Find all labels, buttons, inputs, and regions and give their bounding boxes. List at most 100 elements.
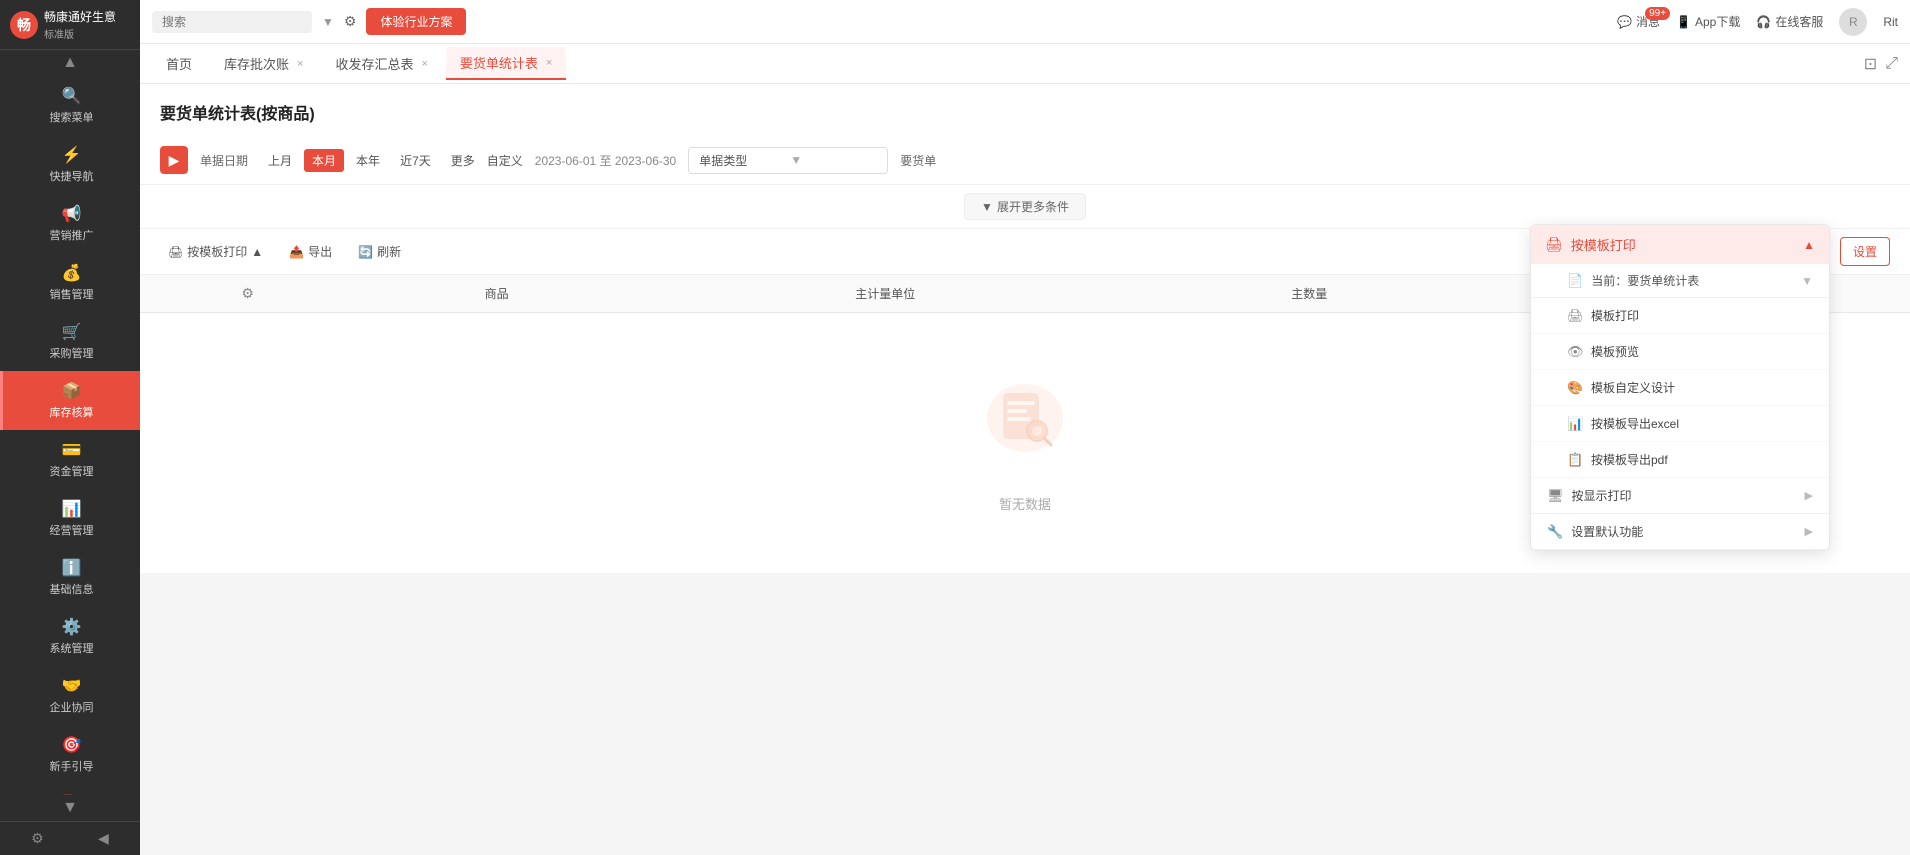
- dropdown-item-template-pdf[interactable]: 📋 按模板导出pdf: [1531, 442, 1829, 478]
- finance-icon: 💳: [62, 440, 82, 460]
- sidebar-scroll-down[interactable]: ▼: [0, 795, 140, 821]
- date-btn-last-7-days[interactable]: 近7天: [392, 149, 439, 172]
- sidebar-settings-button[interactable]: ⚙: [31, 830, 44, 847]
- export-button[interactable]: 📤 导出: [281, 239, 340, 264]
- dropdown-header-arrow-icon[interactable]: ▲: [1803, 238, 1815, 252]
- page-content: 要货单统计表(按商品) ▶ 单据日期 上月 本月 本年 近7天 更多 自定义 2…: [140, 84, 1910, 855]
- user-avatar[interactable]: R: [1839, 8, 1867, 36]
- sidebar-item-sales[interactable]: 💰 销售管理: [0, 253, 140, 312]
- set-default-label: 设置默认功能: [1571, 523, 1796, 540]
- date-btn-current-year[interactable]: 本年: [348, 149, 388, 172]
- app-logo-icon: 畅: [10, 11, 38, 39]
- print-icon: 🖨: [168, 245, 183, 259]
- notification-item[interactable]: 💬 消息 99+: [1617, 13, 1660, 30]
- purchase-icon: 🛒: [62, 322, 82, 342]
- date-btn-more[interactable]: 更多: [443, 149, 483, 172]
- sidebar-collapse-button[interactable]: ◀: [98, 830, 109, 847]
- sidebar-item-quicknav[interactable]: ⚡ 快捷导航: [0, 135, 140, 194]
- notification-icon: 💬: [1617, 15, 1632, 29]
- date-btn-current-month[interactable]: 本月: [304, 149, 344, 172]
- tab-inventory-batch[interactable]: 库存批次账 ×: [210, 48, 317, 79]
- display-print-arrow-icon: ▶: [1805, 489, 1813, 502]
- customer-service-item[interactable]: 🎧 在线客服: [1756, 13, 1823, 30]
- export-icon: 📤: [289, 245, 304, 259]
- sidebar-item-finance[interactable]: 💳 资金管理: [0, 430, 140, 489]
- dropdown-header[interactable]: 🖨 按模板打印 ▲: [1531, 225, 1829, 264]
- sidebar-scroll-up[interactable]: ▲: [0, 50, 140, 76]
- trial-button[interactable]: 体验行业方案: [366, 8, 466, 35]
- goods-filter-label: 要货单: [900, 152, 936, 169]
- print-dropdown: 🖨 按模板打印 ▲ 📄 当前：要货单统计表 ▼ 🖨 模板打印 👁 模板预览 🎨 …: [1530, 224, 1830, 551]
- refresh-label: 刷新: [377, 243, 401, 260]
- sidebar-item-appstore[interactable]: 🏪 应用中心: [0, 784, 140, 795]
- main-area: ▼ ⚙ 体验行业方案 💬 消息 99+ 📱 App下载 🎧 在线客服 R Rit: [140, 0, 1910, 855]
- search-chevron-icon[interactable]: ▼: [322, 15, 334, 29]
- template-pdf-label: 按模板导出pdf: [1591, 451, 1813, 468]
- dropdown-header-icon: 🖨: [1545, 236, 1563, 253]
- tab-inventory-batch-label: 库存批次账: [224, 54, 289, 73]
- username-label: Rit: [1883, 15, 1898, 29]
- guide-icon: 🎯: [62, 735, 82, 755]
- app-name: 畅康通好生意: [44, 10, 116, 26]
- tab-inventory-batch-close[interactable]: ×: [297, 58, 303, 70]
- filter-expand-button[interactable]: ▶: [160, 146, 188, 174]
- sidebar-item-inventory[interactable]: 📦 库存核算: [0, 371, 140, 430]
- dropdown-header-title: 按模板打印: [1571, 235, 1795, 254]
- date-btn-last-month[interactable]: 上月: [260, 149, 300, 172]
- sales-icon: 💰: [62, 263, 82, 283]
- tab-receipt-summary[interactable]: 收发存汇总表 ×: [321, 48, 441, 79]
- sidebar-item-search[interactable]: 🔍 搜索菜单: [0, 76, 140, 135]
- col-unit: 主计量单位: [638, 275, 1133, 313]
- system-icon: ⚙️: [62, 617, 82, 637]
- template-excel-icon: 📊: [1567, 416, 1583, 432]
- sidebar-item-operation[interactable]: 📊 经营管理: [0, 489, 140, 548]
- enterprise-icon: 🤝: [62, 676, 82, 696]
- dropdown-section-set-default[interactable]: 🔧 设置默认功能 ▶: [1531, 514, 1829, 550]
- refresh-button[interactable]: 🔄 刷新: [350, 239, 409, 264]
- topbar-gear-icon[interactable]: ⚙: [344, 13, 357, 30]
- sidebar-item-purchase[interactable]: 🛒 采购管理: [0, 312, 140, 371]
- filter-expand-row: ▼ 展开更多条件: [140, 185, 1910, 229]
- tabs-bar: 首页 库存批次账 × 收发存汇总表 × 要货单统计表 × ⊡ ⤢: [140, 44, 1910, 84]
- template-excel-label: 按模板导出excel: [1591, 415, 1813, 432]
- date-range-display: 2023-06-01 至 2023-06-30: [535, 152, 676, 169]
- current-item-arrow-icon: ▼: [1801, 274, 1813, 288]
- search-icon: 🔍: [62, 86, 82, 106]
- empty-text: 暂无数据: [999, 494, 1051, 513]
- tab-order-stats[interactable]: 要货单统计表 ×: [446, 47, 566, 80]
- dropdown-item-template-design[interactable]: 🎨 模板自定义设计: [1531, 370, 1829, 406]
- expand-icon: ▼: [981, 200, 993, 214]
- display-print-icon: 🖥: [1547, 488, 1564, 504]
- print-button[interactable]: 🖨 按模板打印 ▲: [160, 239, 271, 264]
- app-download-item[interactable]: 📱 App下载: [1676, 13, 1740, 30]
- dropdown-section-display-print[interactable]: 🖥 按显示打印 ▶: [1531, 478, 1829, 514]
- tab-order-stats-close[interactable]: ×: [546, 57, 552, 69]
- export-label: 导出: [308, 243, 332, 260]
- sidebar-item-marketing[interactable]: 📢 营销推广: [0, 194, 140, 253]
- type-select-arrow-icon: ▼: [790, 153, 877, 167]
- date-btn-custom[interactable]: 自定义: [487, 152, 523, 169]
- dropdown-current-item[interactable]: 📄 当前：要货单统计表 ▼: [1531, 264, 1829, 298]
- settings-button[interactable]: 设置: [1840, 237, 1890, 266]
- tab-receipt-summary-close[interactable]: ×: [421, 58, 427, 70]
- table-settings-icon[interactable]: ⚙: [241, 285, 254, 301]
- page-title: 要货单统计表(按商品): [160, 100, 1890, 124]
- col-settings[interactable]: ⚙: [140, 275, 355, 313]
- sidebar-item-system[interactable]: ⚙️ 系统管理: [0, 607, 140, 666]
- type-select[interactable]: 单据类型 ▼: [688, 147, 888, 174]
- window-restore-button[interactable]: ⊡: [1864, 54, 1877, 74]
- tab-home-label: 首页: [166, 54, 192, 73]
- dropdown-item-template-preview[interactable]: 👁 模板预览: [1531, 334, 1829, 370]
- sidebar-item-enterprise[interactable]: 🤝 企业协同: [0, 666, 140, 725]
- dropdown-item-template-excel[interactable]: 📊 按模板导出excel: [1531, 406, 1829, 442]
- tab-home[interactable]: 首页: [152, 48, 206, 79]
- topbar-right: 💬 消息 99+ 📱 App下载 🎧 在线客服 R Rit: [1617, 8, 1898, 36]
- filter-bar: ▶ 单据日期 上月 本月 本年 近7天 更多 自定义 2023-06-01 至 …: [140, 136, 1910, 185]
- sidebar-item-guide[interactable]: 🎯 新手引导: [0, 725, 140, 784]
- expand-more-button[interactable]: ▼ 展开更多条件: [964, 193, 1086, 220]
- search-input[interactable]: [152, 11, 312, 33]
- notification-badge: 99+: [1645, 7, 1670, 20]
- sidebar-item-basic[interactable]: ℹ️ 基础信息: [0, 548, 140, 607]
- dropdown-item-template-print[interactable]: 🖨 模板打印: [1531, 298, 1829, 334]
- window-maximize-button[interactable]: ⤢: [1885, 54, 1898, 74]
